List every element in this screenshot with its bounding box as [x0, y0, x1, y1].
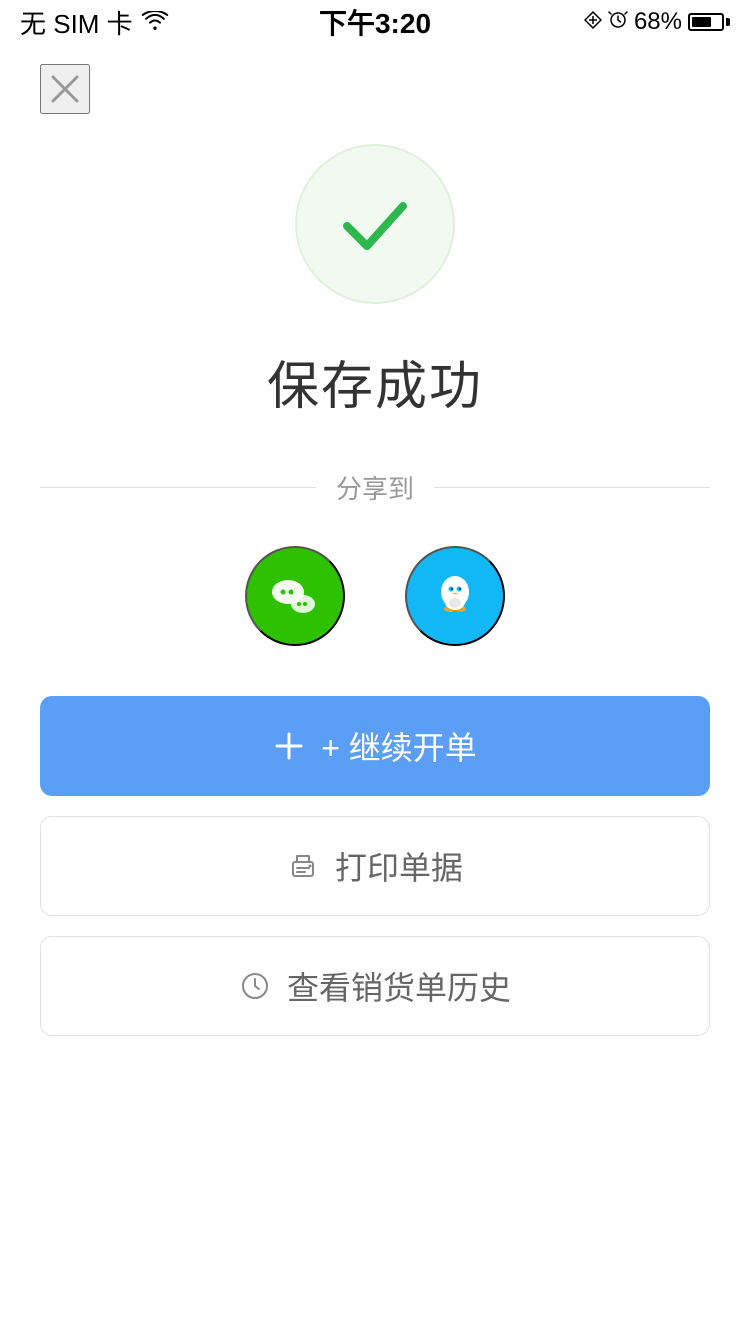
wifi-icon [141, 7, 169, 38]
wechat-icon [265, 566, 325, 626]
continue-order-label: + 继续开单 [321, 723, 477, 769]
print-button[interactable]: 打印单据 [40, 816, 710, 916]
print-label: 打印单据 [335, 843, 463, 889]
wechat-share-button[interactable] [245, 546, 345, 646]
sim-status: 无 SIM 卡 [20, 4, 133, 41]
history-label: 查看销货单历史 [287, 963, 511, 1009]
plus-icon [273, 730, 305, 762]
check-icon [335, 184, 415, 264]
action-buttons: + 继续开单 打印单据 查看销货单历史 [40, 696, 710, 1036]
location-icon [584, 8, 602, 36]
history-button[interactable]: 查看销货单历史 [40, 936, 710, 1036]
status-time: 下午3:20 [319, 2, 431, 42]
success-icon-circle [295, 144, 455, 304]
share-icons [40, 546, 710, 646]
status-bar: 无 SIM 卡 下午3:20 68% [0, 0, 750, 44]
battery-percentage: 68% [634, 8, 682, 36]
alarm-icon [608, 8, 628, 36]
printer-icon [287, 850, 319, 882]
success-title: 保存成功 [267, 344, 483, 419]
qq-icon [425, 566, 485, 626]
continue-order-button[interactable]: + 继续开单 [40, 696, 710, 796]
status-right: 68% [584, 8, 730, 36]
clock-icon [239, 970, 271, 1002]
battery-icon [688, 13, 730, 31]
main-content: 保存成功 分享到 [0, 44, 750, 1036]
qq-share-button[interactable] [405, 546, 505, 646]
close-button[interactable] [40, 64, 90, 114]
share-divider: 分享到 [40, 469, 710, 506]
status-left: 无 SIM 卡 [20, 4, 169, 41]
share-label: 分享到 [336, 469, 414, 506]
share-section: 分享到 [40, 469, 710, 646]
